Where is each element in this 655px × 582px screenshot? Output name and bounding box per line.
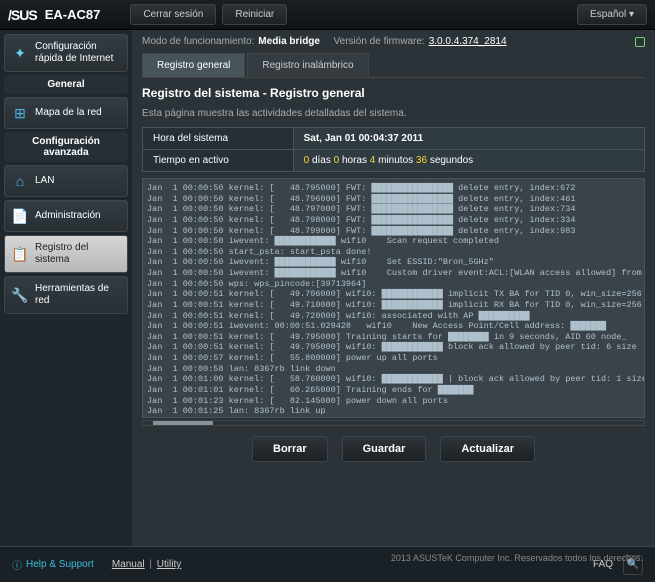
scrollbar-thumb[interactable] [153,421,213,425]
brand-logo: /SUS [8,7,37,23]
fw-link[interactable]: 3.0.0.4.374_2814 [429,36,507,47]
time-label: Hora del sistema [143,128,294,150]
tab-general-log[interactable]: Registro general [142,53,245,77]
tools-icon: 🔧 [11,286,29,304]
network-icon: ⊞ [11,104,29,122]
info-icon: ⓘ [12,557,22,572]
mode-value[interactable]: Media bridge [258,36,320,47]
footer-links: Manual | Utility [110,559,183,570]
nav-section-advanced: Configuración avanzada [4,132,128,162]
sidebar: ✦ Configuración rápida de Internet Gener… [0,30,132,546]
row-system-time: Hora del sistema Sat, Jan 01 00:04:37 20… [143,128,645,150]
horizontal-scrollbar[interactable] [142,420,645,426]
nav-nettools[interactable]: 🔧 Herramientas de red [4,276,128,314]
time-value: Sat, Jan 01 00:04:37 2011 [304,133,424,144]
nav-label-quick: Configuración rápida de Internet [35,41,121,65]
save-button[interactable]: Guardar [342,436,427,462]
nav-quick-setup[interactable]: ✦ Configuración rápida de Internet [4,34,128,72]
row-uptime: Tiempo en activo 0 días 0 horas 4 minuto… [143,150,645,172]
log-textarea[interactable]: Jan 1 00:00:50 kernel: [ 48.795000] FWT:… [142,178,645,418]
uptime-label: Tiempo en activo [143,150,294,172]
nav-lan[interactable]: ⌂ LAN [4,165,128,197]
nav-admin[interactable]: 📄 Administración [4,200,128,232]
system-info-table: Hora del sistema Sat, Jan 01 00:04:37 20… [142,127,645,172]
model-name: EA-AC87 [45,7,101,22]
logout-button[interactable]: Cerrar sesión [130,4,216,25]
nav-label-tools: Herramientas de red [35,283,121,307]
page-description: Esta página muestra las actividades deta… [142,108,645,119]
house-icon: ⌂ [11,172,29,190]
nav-label-syslog: Registro del sistema [35,242,121,266]
clear-button[interactable]: Borrar [252,436,328,462]
reboot-button[interactable]: Reiniciar [222,4,287,25]
action-buttons: Borrar Guardar Actualizar [142,436,645,462]
header-buttons: Cerrar sesión Reiniciar [130,4,287,25]
document-icon: 📄 [11,207,29,225]
fw-label: Versión de firmware: [334,36,425,47]
tab-wireless-log[interactable]: Registro inalámbrico [247,53,368,77]
nav-label-lan: LAN [35,175,54,187]
app-header: /SUS EA-AC87 Cerrar sesión Reiniciar Esp… [0,0,655,30]
language-select[interactable]: Español ▾ [577,4,647,25]
footer: ⓘ Help & Support Manual | Utility FAQ 🔍 [0,546,655,582]
nav-syslog[interactable]: 📋 Registro del sistema [4,235,128,273]
mode-label: Modo de funcionamiento: [142,36,254,47]
nav-network-map[interactable]: ⊞ Mapa de la red [4,97,128,129]
page-title: Registro del sistema - Registro general [142,86,645,100]
log-icon: 📋 [11,245,29,263]
main-container: ✦ Configuración rápida de Internet Gener… [0,30,655,546]
language-label: Español [590,9,626,20]
utility-link[interactable]: Utility [157,559,181,570]
nav-label-map: Mapa de la red [35,107,102,119]
main-content: Modo de funcionamiento: Media bridge Ver… [132,30,655,546]
tabs: Registro general Registro inalámbrico [142,53,645,78]
manual-link[interactable]: Manual [112,559,145,570]
nav-label-admin: Administración [35,210,101,222]
copyright: 2013 ASUSTeK Computer Inc. Reservados to… [391,553,643,563]
nav-section-general: General [4,75,128,94]
connection-icon[interactable] [635,37,645,47]
refresh-button[interactable]: Actualizar [440,436,535,462]
help-support-link[interactable]: Help & Support [26,559,94,570]
mode-line: Modo de funcionamiento: Media bridge Ver… [142,36,645,47]
uptime-value: 0 días 0 horas 4 minutos 36 segundos [293,150,644,172]
wand-icon: ✦ [11,44,29,62]
